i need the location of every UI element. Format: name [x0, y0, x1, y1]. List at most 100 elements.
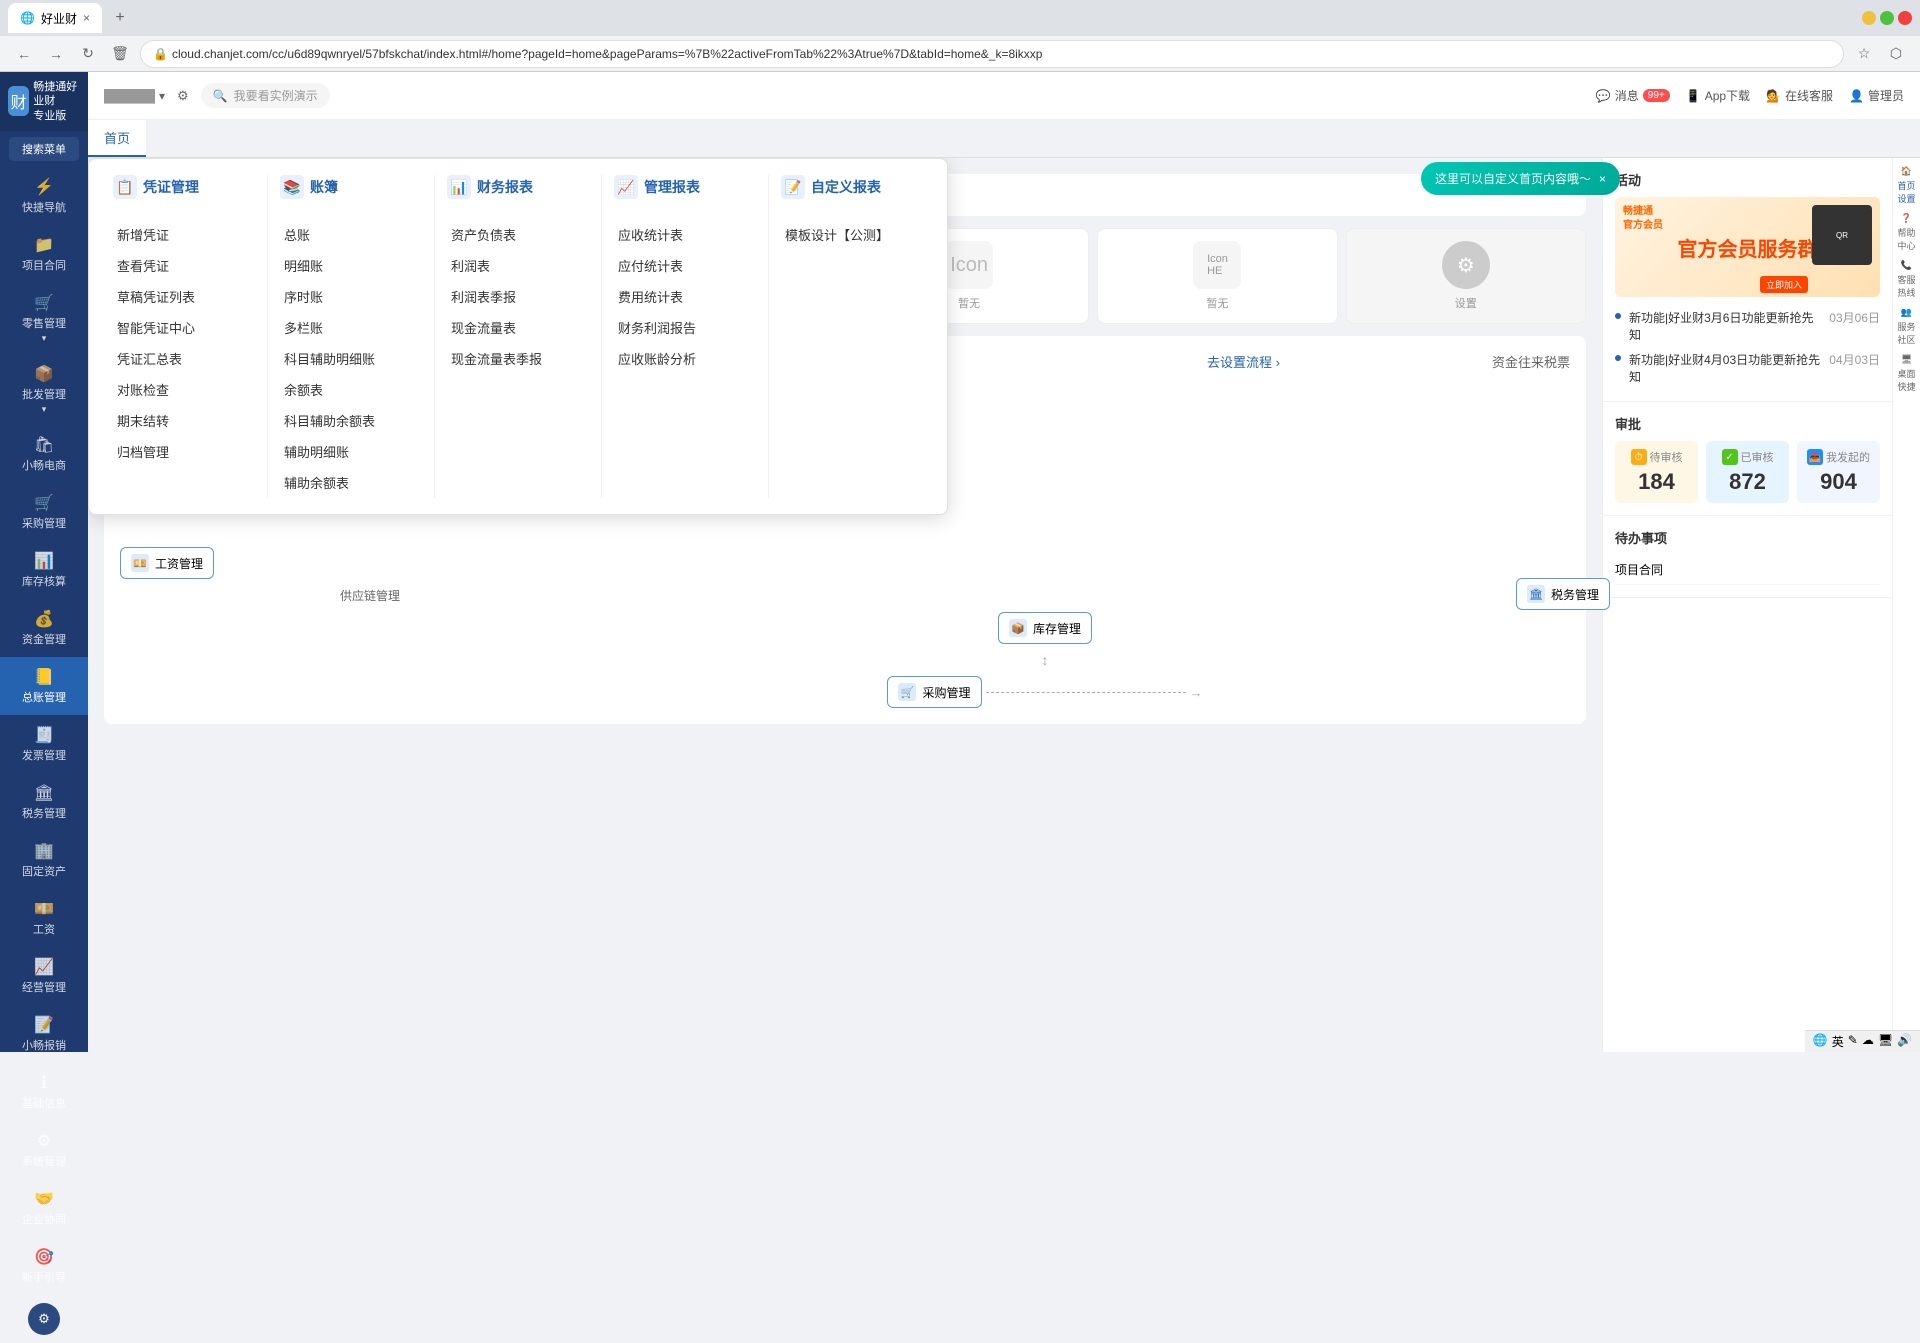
dropdown-item-subject-balance[interactable]: 科目辅助余额表	[280, 405, 422, 436]
dropdown-item-archive[interactable]: 归档管理	[113, 436, 255, 467]
dropdown-item-cashflow-quarterly[interactable]: 现金流量表季报	[447, 343, 589, 374]
home-button[interactable]: 🗑	[108, 42, 132, 66]
customize-banner[interactable]: 这里可以自定义首页内容哦～ ×	[1421, 162, 1620, 195]
status-icon-5[interactable]: 🖥	[1878, 1033, 1893, 1050]
dropdown-item-payable[interactable]: 应付统计表	[614, 250, 756, 281]
settings-gear-button[interactable]: ⚙	[28, 1303, 60, 1335]
status-icon-2[interactable]: 英	[1832, 1033, 1844, 1050]
status-icon-4[interactable]: ☁	[1862, 1033, 1874, 1050]
app-download-button[interactable]: 📱 App下载	[1686, 87, 1750, 104]
divider-4	[768, 175, 769, 498]
tab-close-icon[interactable]: ×	[83, 11, 90, 25]
sidebar-item-quick-nav[interactable]: ⚡快捷导航	[0, 167, 88, 225]
dropdown-item-cashflow[interactable]: 现金流量表	[447, 312, 589, 343]
sidebar-item-tax[interactable]: 🏛税务管理	[0, 773, 88, 831]
sidebar-item-wholesale[interactable]: 📦批发管理 ▾	[0, 354, 88, 425]
minimize-button[interactable]	[1862, 11, 1876, 25]
demo-search-button[interactable]: 🔍 我要看实例演示	[201, 83, 330, 108]
close-customize-icon[interactable]: ×	[1599, 172, 1606, 186]
dropdown-item-detail-ledger[interactable]: 明细账	[280, 250, 422, 281]
dropdown-item-receivable-aging[interactable]: 应收账龄分析	[614, 343, 756, 374]
dropdown-item-smart-voucher[interactable]: 智能凭证中心	[113, 312, 255, 343]
status-icon-1[interactable]: 🌐	[1813, 1033, 1828, 1050]
user-avatar[interactable]: 👤 管理员	[1849, 87, 1904, 104]
settings-icon-header[interactable]: ⚙	[177, 88, 189, 104]
dropdown-item-subject-detail[interactable]: 科目辅助明细账	[280, 343, 422, 374]
dropdown-item-template-design[interactable]: 模板设计【公测】	[781, 219, 923, 250]
sidebar-item-ledger[interactable]: 📒总账管理	[0, 657, 88, 715]
dropdown-item-profit-report[interactable]: 财务利润报告	[614, 312, 756, 343]
tab-home[interactable]: 首页	[88, 120, 146, 157]
close-browser-button[interactable]	[1898, 11, 1912, 25]
chevron-down-icon: ▾	[159, 89, 165, 103]
dropdown-item-reconcile[interactable]: 对账检查	[113, 374, 255, 405]
dropdown-item-multi-col[interactable]: 多栏账	[280, 312, 422, 343]
sidebar-item-fixed-assets[interactable]: 🏢固定资产	[0, 831, 88, 889]
sidebar-search-button[interactable]: 搜索菜单	[9, 137, 79, 161]
voucher-title-icon: 📋	[113, 175, 137, 199]
quick-nav-icon: ⚡	[34, 177, 54, 197]
salary-icon: 💴	[34, 899, 54, 919]
sidebar-item-retail[interactable]: 🛒零售管理 ▾	[0, 283, 88, 354]
dropdown-item-sequence-ledger[interactable]: 序时账	[280, 281, 422, 312]
sidebar-item-invoice[interactable]: 🧾发票管理	[0, 715, 88, 773]
management-title-icon: 📈	[614, 175, 638, 199]
message-button[interactable]: 💬 消息 99+	[1596, 87, 1670, 104]
dropdown-item-balance-sheet[interactable]: 资产负债表	[447, 219, 589, 250]
refresh-button[interactable]: ↻	[76, 42, 100, 66]
app-label: App下载	[1705, 87, 1750, 104]
dropdown-item-aux-balance[interactable]: 辅助余额表	[280, 467, 422, 498]
dropdown-item-draft-voucher[interactable]: 草稿凭证列表	[113, 281, 255, 312]
dropdown-item-profit-quarterly[interactable]: 利润表季报	[447, 281, 589, 312]
sidebar-item-capital[interactable]: 💰资金管理	[0, 599, 88, 657]
voucher-col-title: 📋 凭证管理	[113, 175, 255, 207]
bookmark-button[interactable]: ☆	[1852, 42, 1876, 66]
status-icon-3[interactable]: ✎	[1848, 1033, 1858, 1050]
sidebar-item-guide[interactable]: 🎯新手引导	[0, 1237, 88, 1295]
dropdown-item-general-ledger[interactable]: 总账	[280, 219, 422, 250]
dropdown-item-expense-stat[interactable]: 费用统计表	[614, 281, 756, 312]
financial-title-icon: 📊	[447, 175, 471, 199]
dropdown-overlay: 📋 凭证管理 新增凭证 查看凭证 草稿凭证列表 智能凭证中心 凭证汇总表 对账检…	[88, 158, 1920, 1052]
new-tab-button[interactable]: +	[106, 4, 134, 32]
sidebar-item-salary[interactable]: 💴工资	[0, 889, 88, 947]
forward-button[interactable]: →	[44, 42, 68, 66]
dropdown-item-period-close[interactable]: 期末结转	[113, 405, 255, 436]
content-area: 6 完善期初 ● - - - - - - - - 7 学习开单查报表 ● - -…	[88, 158, 1920, 1052]
cast-button[interactable]: ⬡	[1884, 42, 1908, 66]
sidebar-item-collab[interactable]: 🤝企业协同	[0, 1179, 88, 1237]
dropdown-item-aux-detail[interactable]: 辅助明细账	[280, 436, 422, 467]
inventory-icon: 📊	[34, 551, 54, 571]
dropdown-item-check-voucher[interactable]: 查看凭证	[113, 250, 255, 281]
sidebar-item-inventory[interactable]: 📊库存核算	[0, 541, 88, 599]
dropdown-col-ledger: 📚 账簿 总账 明细账 序时账 多栏账 科目辅助明细账 余额表 科目辅助余额表 …	[272, 175, 430, 498]
status-bar: 🌐 英 ✎ ☁ 🖥 🔊	[1805, 1030, 1920, 1052]
sidebar-item-system[interactable]: ⚙系统管理	[0, 1121, 88, 1179]
back-button[interactable]: ←	[12, 42, 36, 66]
dropdown-item-balance[interactable]: 余额表	[280, 374, 422, 405]
ledger-title-text: 账簿	[310, 177, 338, 197]
url-input[interactable]: 🔒 cloud.chanjet.com/cc/u6d89qwnryel/57bf…	[140, 40, 1844, 68]
dropdown-item-voucher-summary[interactable]: 凭证汇总表	[113, 343, 255, 374]
dropdown-item-profit[interactable]: 利润表	[447, 250, 589, 281]
dropdown-item-new-voucher[interactable]: 新增凭证	[113, 219, 255, 250]
maximize-button[interactable]	[1880, 11, 1894, 25]
capital-icon: 💰	[34, 609, 54, 629]
management-icon: 📈	[34, 957, 54, 977]
url-text: cloud.chanjet.com/cc/u6d89qwnryel/57bfsk…	[172, 47, 1043, 61]
retail-icon: 🛒	[34, 293, 54, 313]
company-selector[interactable]: ██████ ▾	[104, 89, 165, 103]
dropdown-item-receivable[interactable]: 应收统计表	[614, 219, 756, 250]
active-tab[interactable]: 🌐 好业财 ×	[8, 3, 102, 33]
sidebar-item-project[interactable]: 📁项目合同	[0, 225, 88, 283]
sidebar-item-ecommerce[interactable]: 🛍小畅电商	[0, 425, 88, 483]
sidebar-logo: 财 畅捷通好业财专业版	[0, 72, 88, 131]
sidebar-item-management[interactable]: 📈经营管理	[0, 947, 88, 1005]
sidebar-item-expense[interactable]: 📝小畅报销	[0, 1005, 88, 1063]
custom-col-title: 📝 自定义报表	[781, 175, 923, 207]
sidebar-item-purchase[interactable]: 🛒采购管理	[0, 483, 88, 541]
sidebar-item-basic-info[interactable]: ℹ基础信息	[0, 1063, 88, 1121]
custom-title-icon: 📝	[781, 175, 805, 199]
service-button[interactable]: 💁 在线客服	[1766, 87, 1833, 104]
status-icon-6[interactable]: 🔊	[1897, 1033, 1912, 1050]
